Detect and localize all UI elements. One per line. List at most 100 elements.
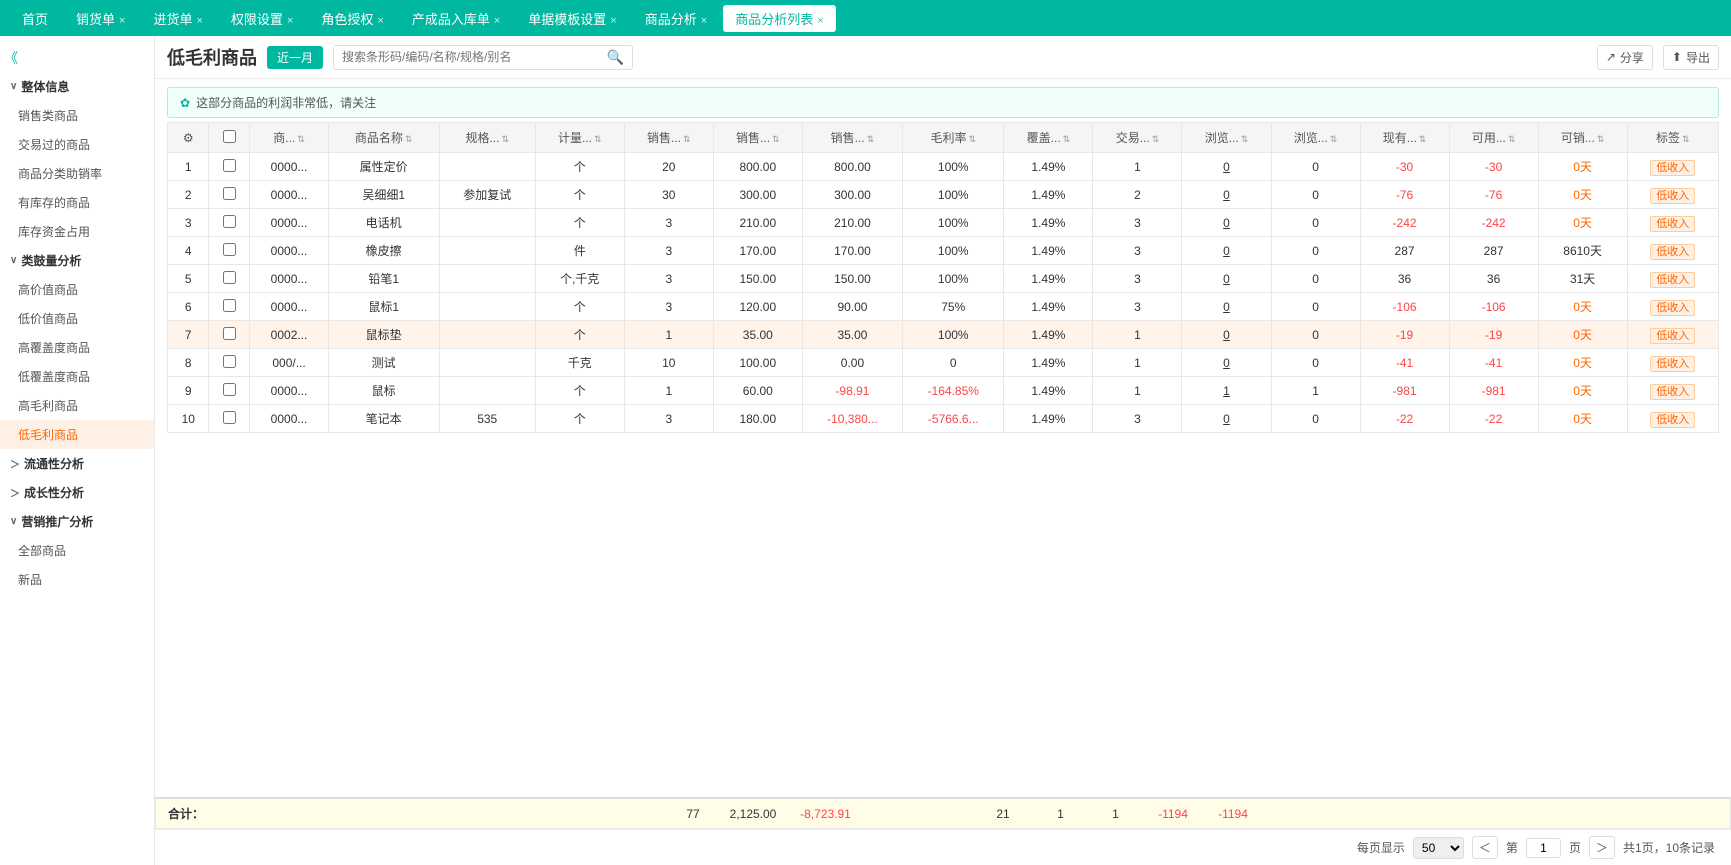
col-current-stock[interactable]: 现有...⇅ [1360, 123, 1449, 153]
sidebar-item-all-goods[interactable]: 全部商品 [0, 536, 154, 565]
row-sale-amount: 0.00 [802, 349, 902, 377]
sidebar-item-low-value[interactable]: 低价值商品 [0, 304, 154, 333]
row-spec [439, 153, 535, 181]
row-sale-amount: 170.00 [802, 237, 902, 265]
row-checkbox-input[interactable] [223, 383, 236, 396]
col-gross-margin[interactable]: 毛利率⇅ [903, 123, 1004, 153]
row-available: -30 [1449, 153, 1538, 181]
sidebar-group-growth[interactable]: ＞ 成长性分析 [0, 478, 154, 507]
col-sale-price[interactable]: 销售...⇅ [713, 123, 802, 153]
prev-page-button[interactable]: ＜ [1472, 836, 1498, 859]
col-unit[interactable]: 计量...⇅ [535, 123, 624, 153]
col-spec[interactable]: 规格...⇅ [439, 123, 535, 153]
row-checkbox-input[interactable] [223, 271, 236, 284]
sidebar-group-overall[interactable]: ∨ 整体信息 [0, 72, 154, 101]
page-size-select[interactable]: 50 20 100 [1413, 837, 1464, 859]
sidebar-collapse-btn[interactable]: 《 [0, 44, 154, 72]
col-tag[interactable]: 标签⇅ [1627, 123, 1718, 153]
row-checkbox-input[interactable] [223, 327, 236, 340]
row-tag: 低收入 [1627, 153, 1718, 181]
row-name: 鼠标1 [328, 293, 439, 321]
row-name: 属性定价 [328, 153, 439, 181]
row-current-stock: 287 [1360, 237, 1449, 265]
row-saleable: 0天 [1538, 209, 1627, 237]
col-settings[interactable]: ⚙ [168, 123, 209, 153]
search-input[interactable] [342, 50, 607, 64]
sidebar-item-sales-goods[interactable]: 销售类商品 [0, 101, 154, 130]
col-browse1[interactable]: 浏览...⇅ [1182, 123, 1271, 153]
share-button[interactable]: ↗ 分享 [1597, 45, 1653, 70]
row-current-stock: -19 [1360, 321, 1449, 349]
sidebar-item-low-coverage[interactable]: 低覆盖度商品 [0, 362, 154, 391]
row-sale-qty: 10 [624, 349, 713, 377]
page-number-input[interactable] [1526, 838, 1561, 858]
row-tag: 低收入 [1627, 321, 1718, 349]
row-checkbox [209, 181, 250, 209]
nav-products-entry[interactable]: 产成品入库单× [400, 5, 512, 32]
row-browse1: 1 [1182, 377, 1271, 405]
row-sale-price: 800.00 [713, 153, 802, 181]
sidebar-item-traded-goods[interactable]: 交易过的商品 [0, 130, 154, 159]
col-available[interactable]: 可用...⇅ [1449, 123, 1538, 153]
sidebar-group-marketing[interactable]: ∨ 营销推广分析 [0, 507, 154, 536]
row-sale-qty: 1 [624, 377, 713, 405]
table-container: ⚙ 商...⇅ 商品名称⇅ 规格...⇅ 计量...⇅ 销售...⇅ 销售...… [155, 122, 1731, 797]
row-browse2: 0 [1271, 293, 1360, 321]
row-coverage: 1.49% [1004, 349, 1093, 377]
sidebar-item-in-stock[interactable]: 有库存的商品 [0, 188, 154, 217]
nav-template-settings[interactable]: 单据模板设置× [516, 5, 628, 32]
nav-home[interactable]: 首页 [10, 5, 60, 32]
nav-roles[interactable]: 角色授权× [309, 5, 395, 32]
sidebar-item-low-margin[interactable]: 低毛利商品 [0, 420, 154, 449]
row-checkbox-input[interactable] [223, 215, 236, 228]
filter-button[interactable]: 近一月 [267, 46, 323, 69]
col-code[interactable]: 商...⇅ [250, 123, 328, 153]
col-name[interactable]: 商品名称⇅ [328, 123, 439, 153]
col-saleable[interactable]: 可销...⇅ [1538, 123, 1627, 153]
nav-permissions[interactable]: 权限设置× [219, 5, 305, 32]
nav-purchase[interactable]: 进货单× [141, 5, 214, 32]
sidebar-item-stock-capital[interactable]: 库存资金占用 [0, 217, 154, 246]
col-coverage[interactable]: 覆盖...⇅ [1004, 123, 1093, 153]
table-row: 8000/...测试千克10100.000.0001.49%100-41-410… [168, 349, 1719, 377]
nav-analysis-list[interactable]: 商品分析列表× [723, 5, 835, 32]
footer-label: 合计： [168, 805, 228, 822]
sidebar-group-drum[interactable]: ∨ 类鼓量分析 [0, 246, 154, 275]
nav-sales[interactable]: 销货单× [64, 5, 137, 32]
row-saleable: 8610天 [1538, 237, 1627, 265]
row-browse1: 0 [1182, 349, 1271, 377]
row-checkbox-input[interactable] [223, 411, 236, 424]
sidebar-group-circulation[interactable]: ＞ 流通性分析 [0, 449, 154, 478]
row-checkbox-input[interactable] [223, 355, 236, 368]
row-available: 36 [1449, 265, 1538, 293]
row-checkbox-input[interactable] [223, 299, 236, 312]
col-trade-count[interactable]: 交易...⇅ [1093, 123, 1182, 153]
row-checkbox-input[interactable] [223, 187, 236, 200]
row-checkbox-input[interactable] [223, 159, 236, 172]
export-button[interactable]: ⬆ 导出 [1663, 45, 1719, 70]
sidebar-item-category-rate[interactable]: 商品分类助销率 [0, 159, 154, 188]
col-sale-qty[interactable]: 销售...⇅ [624, 123, 713, 153]
sidebar-item-high-value[interactable]: 高价值商品 [0, 275, 154, 304]
col-browse2[interactable]: 浏览...⇅ [1271, 123, 1360, 153]
col-sale-amount[interactable]: 销售...⇅ [802, 123, 902, 153]
sidebar-item-new-goods[interactable]: 新品 [0, 565, 154, 594]
row-coverage: 1.49% [1004, 377, 1093, 405]
search-icon[interactable]: 🔍 [607, 49, 624, 66]
row-current-stock: -106 [1360, 293, 1449, 321]
nav-product-analysis[interactable]: 商品分析× [633, 5, 719, 32]
col-checkbox[interactable] [209, 123, 250, 153]
row-unit: 个,千克 [535, 265, 624, 293]
row-available: -106 [1449, 293, 1538, 321]
row-checkbox-input[interactable] [223, 243, 236, 256]
row-checkbox [209, 293, 250, 321]
select-all-checkbox[interactable] [223, 130, 236, 143]
row-gross-margin: 100% [903, 181, 1004, 209]
sidebar-item-high-margin[interactable]: 高毛利商品 [0, 391, 154, 420]
next-page-button[interactable]: ＞ [1589, 836, 1615, 859]
row-name: 橡皮擦 [328, 237, 439, 265]
notice-text: 这部分商品的利润非常低，请关注 [196, 94, 376, 111]
tag-badge: 低收入 [1650, 328, 1695, 344]
sidebar-item-high-coverage[interactable]: 高覆盖度商品 [0, 333, 154, 362]
row-current-stock: -76 [1360, 181, 1449, 209]
